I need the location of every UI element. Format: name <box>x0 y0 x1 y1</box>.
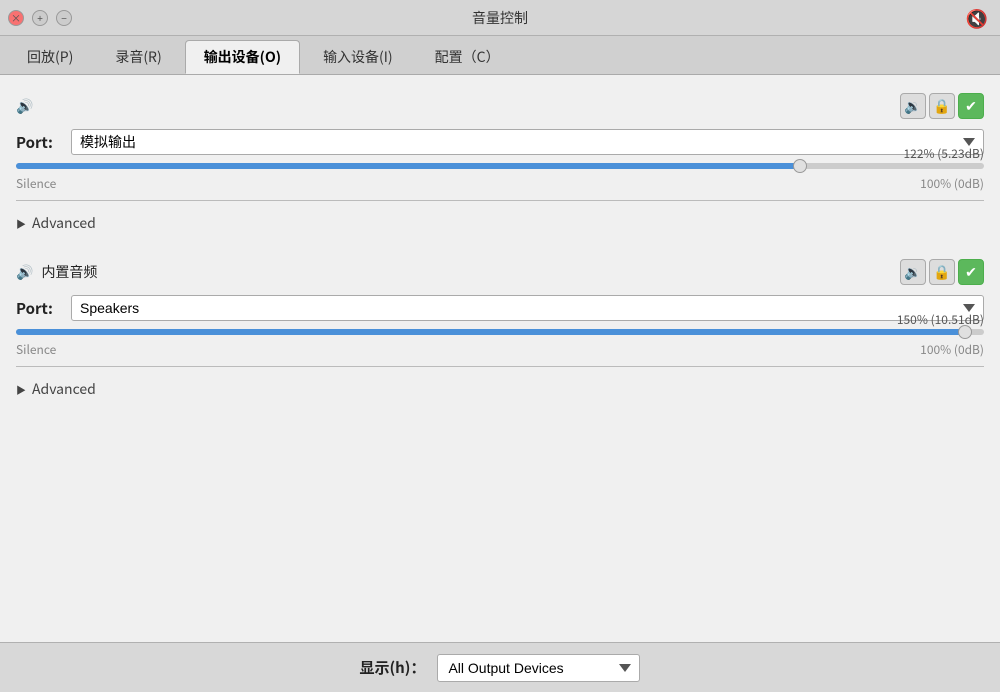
title-bar: × + − 音量控制 🔇 <box>0 0 1000 36</box>
lock-button-2[interactable]: 🔒 <box>929 259 955 285</box>
slider-silence-1: Silence <box>16 175 56 192</box>
check-button-2[interactable]: ✔ <box>958 259 984 285</box>
slider-container-1: 122% (5.23dB) Silence 100% (0dB) <box>16 163 984 192</box>
mute-icon-title: 🔇 <box>966 5 988 31</box>
tab-config[interactable]: 配置（C） <box>416 40 519 74</box>
slider-labels-1: Silence 100% (0dB) <box>16 175 984 192</box>
slider-center-2: 100% (0dB) <box>920 341 984 358</box>
device-section-1: 🔊 🔉 🔒 ✔ Port: 模拟输出 122% (5.23dB) Silence <box>16 85 984 237</box>
device-header-1: 🔊 🔉 🔒 ✔ <box>16 85 984 125</box>
show-label: 显示(h)： <box>360 657 426 678</box>
add-button[interactable]: + <box>32 10 48 26</box>
tab-bar: 回放(P) 录音(R) 输出设备(O) 输入设备(I) 配置（C） <box>0 36 1000 75</box>
slider-fill-2 <box>16 329 965 335</box>
device-section-2: 🔊 内置音频 🔉 🔒 ✔ Port: Speakers 150% (10.51d… <box>16 251 984 403</box>
advanced-label-2: Advanced <box>32 379 96 399</box>
show-select[interactable]: All Output Devices Hardware Output Devic… <box>437 654 640 682</box>
window-controls: × + − <box>8 10 72 26</box>
tab-playback[interactable]: 回放(P) <box>8 40 92 74</box>
device-controls-2: 🔉 🔒 ✔ <box>900 259 984 285</box>
device-name-label-2: 内置音频 <box>41 262 97 282</box>
slider-track-1[interactable] <box>16 163 984 169</box>
slider-thumb-2[interactable] <box>958 325 972 339</box>
check-button-1[interactable]: ✔ <box>958 93 984 119</box>
advanced-row-1[interactable]: ▶ Advanced <box>16 209 984 237</box>
divider-2 <box>16 366 984 367</box>
device-header-2: 🔊 内置音频 🔉 🔒 ✔ <box>16 251 984 291</box>
slider-silence-2: Silence <box>16 341 56 358</box>
main-content: 🔊 🔉 🔒 ✔ Port: 模拟输出 122% (5.23dB) Silence <box>0 75 1000 645</box>
lock-button-1[interactable]: 🔒 <box>929 93 955 119</box>
advanced-label-1: Advanced <box>32 213 96 233</box>
device-name-1: 🔊 <box>16 96 41 116</box>
tab-input[interactable]: 输入设备(I) <box>304 40 412 74</box>
device-controls-1: 🔉 🔒 ✔ <box>900 93 984 119</box>
port-label-2: Port: <box>16 298 61 319</box>
mute-button-1[interactable]: 🔉 <box>900 93 926 119</box>
slider-fill-1 <box>16 163 800 169</box>
slider-thumb-1[interactable] <box>793 159 807 173</box>
slider-container-2: 150% (10.51dB) Silence 100% (0dB) <box>16 329 984 358</box>
advanced-row-2[interactable]: ▶ Advanced <box>16 375 984 403</box>
speaker-icon-2: 🔊 <box>16 262 33 282</box>
port-select-2[interactable]: Speakers <box>71 295 984 321</box>
close-button[interactable]: × <box>8 10 24 26</box>
advanced-arrow-1: ▶ <box>16 216 26 231</box>
device-name-2: 🔊 内置音频 <box>16 262 97 282</box>
mute-button-2[interactable]: 🔉 <box>900 259 926 285</box>
slider-track-2[interactable] <box>16 329 984 335</box>
tab-recording[interactable]: 录音(R) <box>96 40 180 74</box>
slider-value-1: 122% (5.23dB) <box>904 145 984 162</box>
window-title: 音量控制 <box>472 8 528 28</box>
speaker-icon-1: 🔊 <box>16 96 33 116</box>
slider-value-2: 150% (10.51dB) <box>897 311 984 328</box>
minimize-button[interactable]: − <box>56 10 72 26</box>
divider-1 <box>16 200 984 201</box>
bottom-bar: 显示(h)： All Output Devices Hardware Outpu… <box>0 642 1000 692</box>
port-label-1: Port: <box>16 132 61 153</box>
advanced-arrow-2: ▶ <box>16 382 26 397</box>
slider-center-1: 100% (0dB) <box>920 175 984 192</box>
slider-labels-2: Silence 100% (0dB) <box>16 341 984 358</box>
port-row-2: Port: Speakers <box>16 295 984 321</box>
port-select-1[interactable]: 模拟输出 <box>71 129 984 155</box>
tab-output[interactable]: 输出设备(O) <box>185 40 300 74</box>
port-row-1: Port: 模拟输出 <box>16 129 984 155</box>
